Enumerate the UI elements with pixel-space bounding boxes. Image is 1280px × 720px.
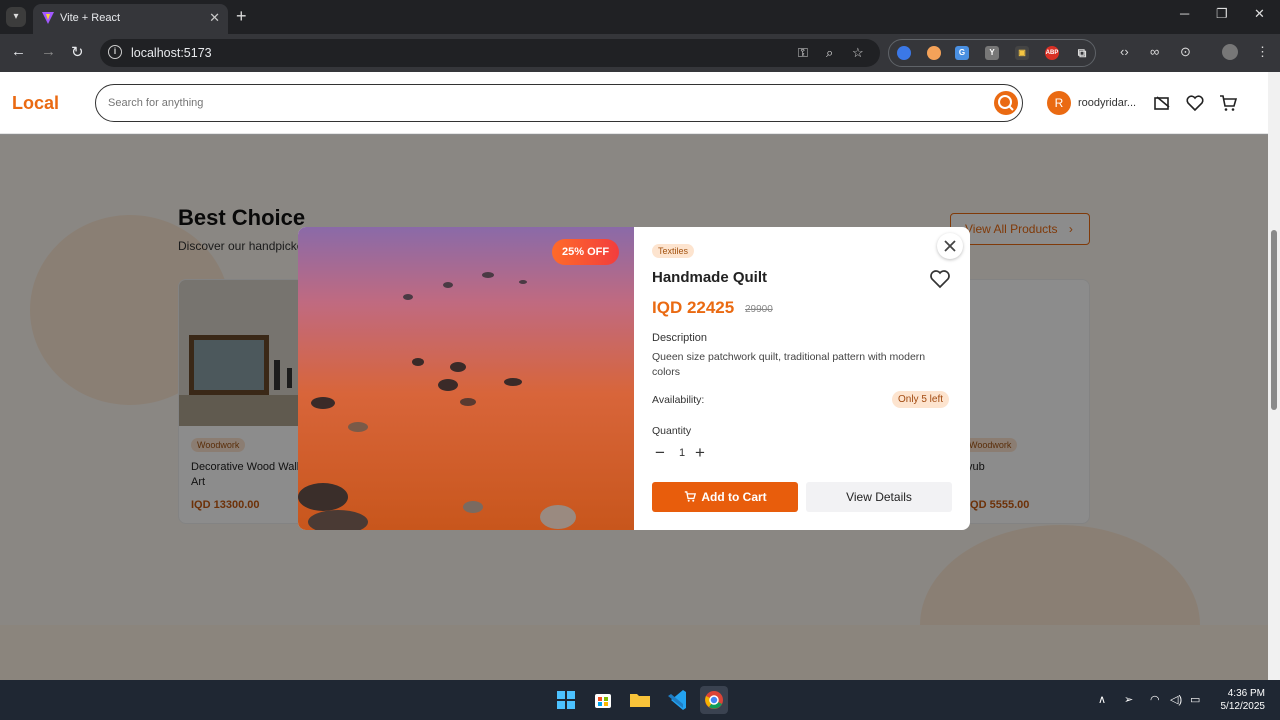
minimize-icon[interactable]: ─ <box>1180 6 1189 21</box>
adblock-icon[interactable]: ABP <box>1045 46 1059 60</box>
extension-2-icon[interactable] <box>927 46 941 60</box>
browser-toolbar: ← → ↻ i localhost:5173 ⚿ ⌕ ☆ G Y ▣ ABP ⧉… <box>0 34 1280 72</box>
username[interactable]: roodyridar... <box>1078 97 1136 109</box>
address-bar[interactable]: i localhost:5173 ⚿ ⌕ ☆ <box>100 39 880 67</box>
tab-title: Vite + React <box>60 12 121 24</box>
tab-search-button[interactable]: ▾ <box>6 7 26 27</box>
tray-chevron-icon[interactable]: ∧ <box>1098 693 1106 706</box>
bookmark-star-icon[interactable]: ☆ <box>852 45 864 61</box>
product-photo <box>298 227 634 530</box>
chrome-icon <box>705 691 723 709</box>
vite-favicon-icon <box>42 12 54 24</box>
extension-5-icon[interactable]: ▣ <box>1015 46 1029 60</box>
extensions-group: G Y ▣ ABP ⧉ <box>888 39 1096 67</box>
product-title: Handmade Quilt <box>652 269 768 286</box>
store-icon[interactable] <box>589 686 617 714</box>
clock-time: 4:36 PM <box>1227 688 1265 699</box>
system-clock[interactable]: 4:36 PM 5/12/2025 <box>1213 687 1266 713</box>
category-badge: Textiles <box>652 244 695 258</box>
clock-date: 5/12/2025 <box>1220 701 1266 712</box>
scrollbar-thumb[interactable] <box>1271 230 1277 410</box>
quantity-decrease-button[interactable]: − <box>655 443 665 463</box>
view-details-button[interactable]: View Details <box>806 482 952 512</box>
page-scrollbar[interactable] <box>1268 72 1280 680</box>
browser-tab[interactable]: Vite + React ✕ <box>33 4 228 34</box>
discount-badge: 25% OFF <box>552 239 620 265</box>
quantity-value: 1 <box>679 447 686 459</box>
product-price: IQD 22425 <box>652 298 735 317</box>
user-avatar[interactable]: R <box>1047 91 1071 115</box>
site-info-icon[interactable]: i <box>108 45 122 59</box>
windows-taskbar: ∧ ➢ ◠ ◁) ▭ 4:36 PM 5/12/2025 <box>0 680 1280 720</box>
description-text: Queen size patchwork quilt, traditional … <box>652 351 926 378</box>
password-key-icon[interactable]: ⚿ <box>798 45 808 61</box>
favorite-heart-icon[interactable] <box>929 268 951 290</box>
site-header: Local R roodyridar... <box>0 72 1268 134</box>
close-window-icon[interactable]: ✕ <box>1254 6 1265 22</box>
windows-start-icon[interactable] <box>552 686 580 714</box>
stock-badge: Only 5 left <box>892 391 950 408</box>
extensions-puzzle-icon[interactable]: ⧉ <box>1075 46 1089 60</box>
extension-1-icon[interactable] <box>897 46 911 60</box>
close-tab-icon[interactable]: ✕ <box>209 10 220 26</box>
close-modal-button[interactable] <box>937 233 963 259</box>
extension-3-icon[interactable]: G <box>955 46 969 60</box>
new-tab-icon[interactable]: + <box>236 6 247 27</box>
devtools-icon[interactable]: ‹› <box>1120 44 1129 59</box>
volume-icon[interactable]: ◁) <box>1170 693 1182 706</box>
quantity-increase-button[interactable]: + <box>695 443 705 463</box>
extension-y-icon[interactable]: Y <box>985 46 999 60</box>
zoom-icon[interactable]: ⌕ <box>826 45 833 61</box>
forward-icon[interactable]: → <box>41 43 56 60</box>
reload-icon[interactable]: ↻ <box>71 43 84 61</box>
cart-icon[interactable] <box>1218 93 1238 113</box>
location-icon[interactable]: ➢ <box>1124 693 1133 706</box>
browser-menu-icon[interactable]: ⋮ <box>1256 44 1269 60</box>
description-label: Description <box>652 332 708 344</box>
battery-icon[interactable]: ▭ <box>1190 693 1200 706</box>
site-logo[interactable]: Local <box>12 93 59 114</box>
search-button[interactable] <box>994 91 1018 115</box>
add-to-cart-label: Add to Cart <box>701 490 767 504</box>
availability-label: Availability: <box>652 394 705 406</box>
orders-icon[interactable] <box>1152 93 1172 113</box>
quantity-label: Quantity <box>652 425 692 437</box>
back-icon[interactable]: ← <box>11 43 26 60</box>
link-icon[interactable]: ∞ <box>1150 44 1159 59</box>
web-viewport: Local R roodyridar... Best C <box>0 72 1268 680</box>
screenshot-icon[interactable]: ⊙ <box>1180 44 1191 60</box>
profile-avatar[interactable] <box>1222 44 1238 60</box>
browser-tab-strip: ▾ Vite + React ✕ + ─ ❐ ✕ <box>0 0 1280 34</box>
wifi-icon[interactable]: ◠ <box>1150 693 1160 706</box>
restore-icon[interactable]: ❐ <box>1216 6 1228 22</box>
vscode-icon[interactable] <box>663 686 691 714</box>
cart-icon <box>685 491 697 502</box>
close-icon <box>944 240 956 252</box>
search-bar[interactable] <box>95 84 1023 122</box>
search-icon <box>998 95 1014 111</box>
search-input[interactable] <box>108 94 968 112</box>
quick-view-modal: 25% OFF Textiles Handmade Quilt IQD 2242… <box>298 227 970 530</box>
wishlist-heart-icon[interactable] <box>1185 93 1205 113</box>
chrome-taskbar-button[interactable] <box>700 686 728 714</box>
original-price: 29900 <box>745 304 773 315</box>
file-explorer-icon[interactable] <box>626 686 654 714</box>
url-text[interactable]: localhost:5173 <box>131 46 212 60</box>
add-to-cart-button[interactable]: Add to Cart <box>652 482 798 512</box>
